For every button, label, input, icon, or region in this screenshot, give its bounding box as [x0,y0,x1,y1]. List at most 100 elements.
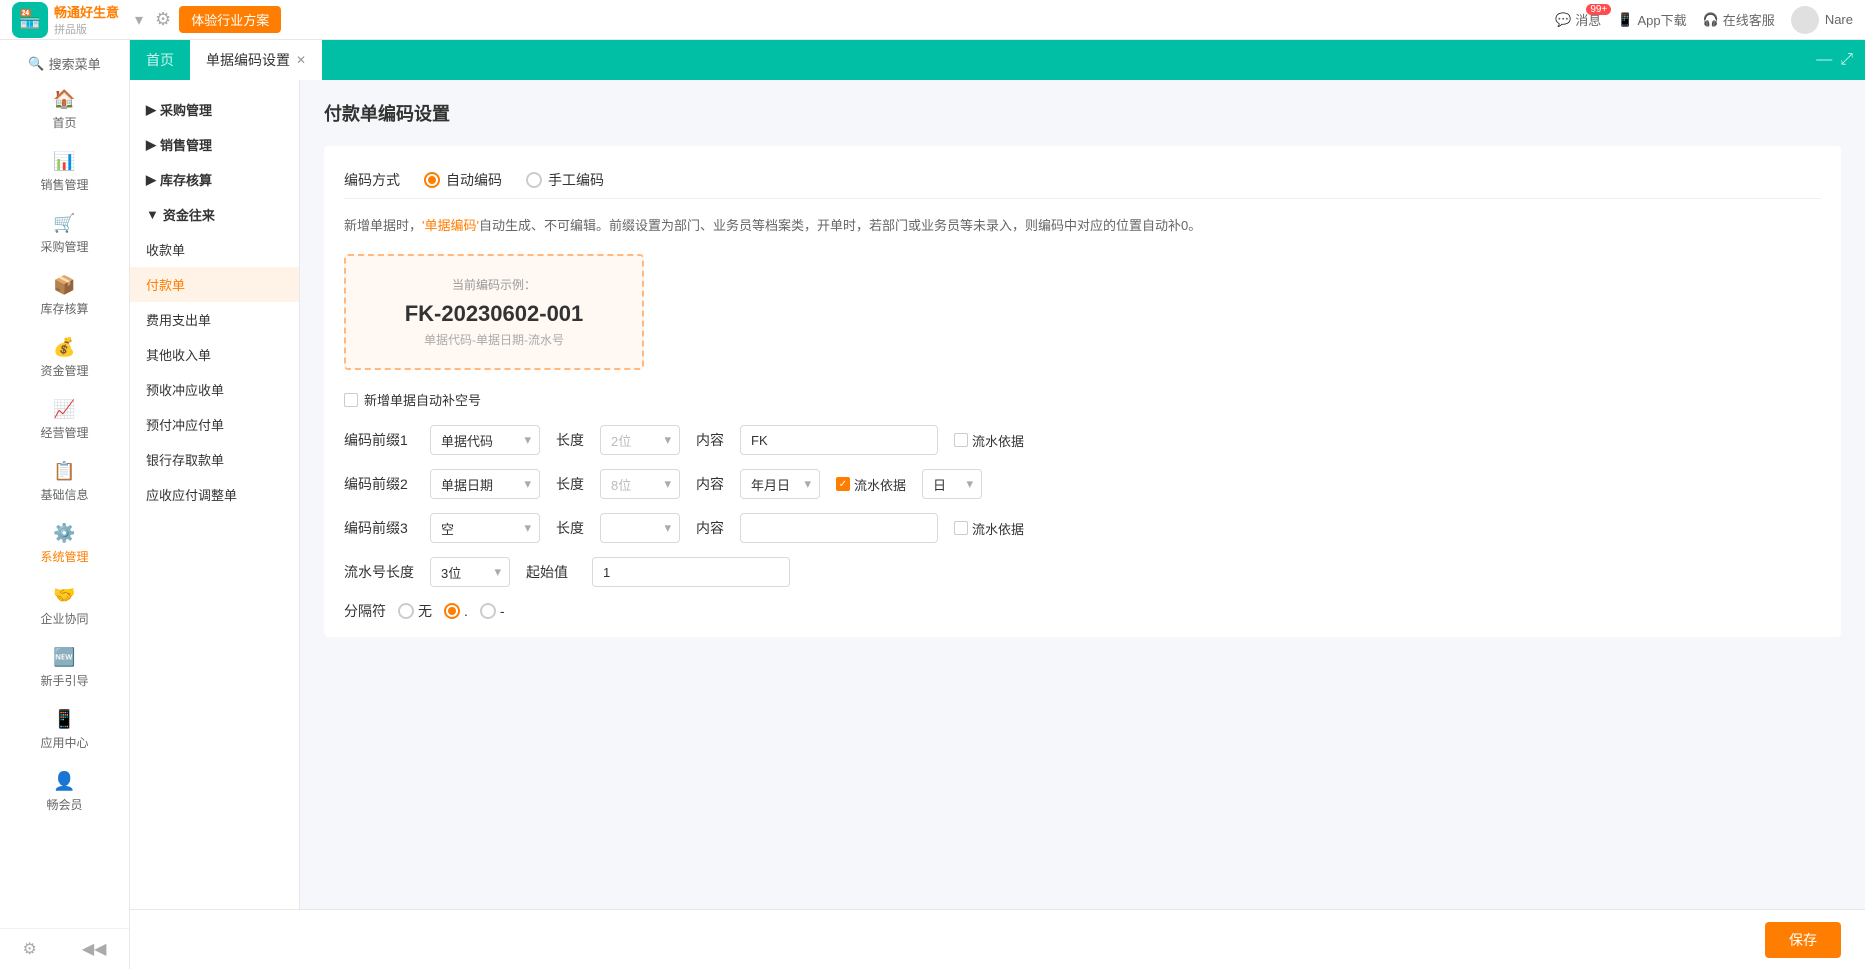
sidebar-item-sales[interactable]: 📊 销售管理 [0,141,129,203]
serial-length-select[interactable]: 3位 [430,557,510,587]
prefix3-content-input[interactable] [740,513,938,543]
sidebar-item-appcenter[interactable]: 📱 应用中心 [0,699,129,761]
sidebar-item-basic[interactable]: 📋 基础信息 [0,451,129,513]
auto-radio[interactable]: 自动编码 [424,170,502,190]
subnav-group-inventory[interactable]: ▶ 库存核算 [130,162,299,197]
sidebar-item-operations[interactable]: 📈 经营管理 [0,389,129,451]
subnav-item-bank[interactable]: 银行存取款单 [130,442,299,477]
sidebar-item-member[interactable]: 👤 畅会员 [0,761,129,823]
manual-radio[interactable]: 手工编码 [526,170,604,190]
code-preview: 当前编码示例： FK-20230602-001 单据代码-单据日期-流水号 [344,254,644,370]
save-button[interactable]: 保存 [1765,922,1841,958]
serial-row: 流水号长度 3位 起始值 [344,557,1821,587]
prefix2-period-select[interactable]: 日 [922,469,982,499]
code-preview-value: FK-20230602-001 [366,301,622,327]
subnav-group-sales[interactable]: ▶ 销售管理 [130,127,299,162]
sep-none[interactable]: 无 [398,601,432,621]
user-area[interactable]: Nare [1791,6,1853,34]
prefix3-stream-checkbox-box [954,521,968,535]
subnav-item-prepay-receive[interactable]: 预收冲应收单 [130,372,299,407]
manual-radio-dot [526,172,542,188]
auto-fill-checkbox[interactable] [344,393,358,407]
sidebar-item-purchase[interactable]: 🛒 采购管理 [0,203,129,265]
sales-icon: 📊 [53,151,75,172]
logo-icon: 🏪 [12,2,48,38]
separator-row: 分隔符 无 . - [344,601,1821,621]
prefix1-content-label: 内容 [696,430,724,450]
prefix-row-3: 编码前缀3 空 长度 内容 流水依据 [344,513,1821,543]
subnav-group-purchase[interactable]: ▶ 采购管理 [130,92,299,127]
message-area[interactable]: 💬 消息 99+ [1555,10,1601,29]
prefix1-content-input[interactable] [740,425,938,455]
footer-bar: 保存 [130,909,1865,969]
topbar: 🏪 畅通好生意 拼品版 ▾ ⚙ 体验行业方案 💬 消息 99+ 📱 App下载 … [0,0,1865,40]
app-download[interactable]: 📱 App下载 [1617,10,1686,29]
topbar-right: 💬 消息 99+ 📱 App下载 🎧 在线客服 Nare [1555,6,1853,34]
sep-none-dot [398,603,414,619]
subnav-item-payment[interactable]: 付款单 [130,267,299,302]
prefix2-select[interactable]: 单据日期 [430,469,540,499]
app-logo[interactable]: 🏪 畅通好生意 拼品版 [12,2,119,38]
subnav-item-other-income[interactable]: 其他收入单 [130,337,299,372]
sidebar-item-finance[interactable]: 💰 资金管理 [0,327,129,389]
sidebar-item-inventory[interactable]: 📦 库存核算 [0,265,129,327]
subnav-item-expense[interactable]: 费用支出单 [130,302,299,337]
online-service[interactable]: 🎧 在线客服 [1703,10,1775,29]
sep-dot[interactable]: . [444,603,468,619]
prefix1-select[interactable]: 单据代码 [430,425,540,455]
page-content: 付款单编码设置 编码方式 自动编码 手工编码 [300,80,1865,909]
info-text: 新增单据时，'单据编码'自动生成、不可编辑。前缀设置为部门、业务员等档案类，开单… [344,215,1821,234]
chevron-right-icon3: ▶ [146,172,156,188]
sidebar-item-enterprise[interactable]: 🤝 企业协同 [0,575,129,637]
prefix-row-1: 编码前缀1 单据代码 长度 2位 内容 流水依据 [344,425,1821,455]
sidebar-item-system[interactable]: ⚙️ 系统管理 [0,513,129,575]
operations-icon: 📈 [53,399,75,420]
sep-dash[interactable]: - [480,603,505,619]
subnav-item-ar-ap[interactable]: 应收应付调整单 [130,477,299,512]
prefix1-stream-check[interactable]: 流水依据 [954,431,1024,450]
subnav-item-receipt[interactable]: 收款单 [130,232,299,267]
prefix2-length-select[interactable]: 8位 [600,469,680,499]
enterprise-icon: 🤝 [53,585,75,606]
inner-layout: ▶ 采购管理 ▶ 销售管理 ▶ 库存核算 ▼ 资金往来 收款单 付款单 [130,80,1865,909]
sidebar-item-newguide[interactable]: 🆕 新手引导 [0,637,129,699]
service-icon: 🎧 [1703,12,1719,28]
prefix3-stream-check[interactable]: 流水依据 [954,519,1024,538]
finance-icon: 💰 [53,337,75,358]
search-icon: 🔍 [28,56,44,72]
subnav-group-capital[interactable]: ▼ 资金往来 [130,197,299,232]
prefix3-length-label: 长度 [556,518,584,538]
expand-icon[interactable]: ▾ [135,10,143,30]
auto-fill-row[interactable]: 新增单据自动补空号 [344,390,1821,409]
subnav-capital-items: 收款单 付款单 费用支出单 其他收入单 预收冲应收单 预付冲应付单 银行存取款单… [130,232,299,512]
prefix2-stream-check[interactable]: ✓ 流水依据 [836,475,906,494]
tabbar-minimize-icon[interactable]: — [1816,51,1832,69]
subnav: ▶ 采购管理 ▶ 销售管理 ▶ 库存核算 ▼ 资金往来 收款单 付款单 [130,80,300,909]
sep-dash-dot [480,603,496,619]
auto-radio-dot [424,172,440,188]
prefix2-content-select[interactable]: 年月日 [740,469,820,499]
sidebar-settings-icon[interactable]: ⚙ [23,939,37,959]
prefix3-length-select[interactable] [600,513,680,543]
sidebar-collapse-icon[interactable]: ◀◀ [82,939,107,959]
subnav-item-prepay-pay[interactable]: 预付冲应付单 [130,407,299,442]
prefix3-select[interactable]: 空 [430,513,540,543]
tabbar-maximize-icon[interactable]: ⤢ [1840,51,1853,69]
start-value-label: 起始值 [526,562,576,582]
tab-encoding[interactable]: 单据编码设置 ✕ [190,40,322,80]
start-value-input[interactable] [592,557,790,587]
newguide-icon: 🆕 [53,647,75,668]
settings-icon[interactable]: ⚙ [155,9,171,30]
tab-home[interactable]: 首页 [130,40,190,80]
sidebar-search[interactable]: 🔍 搜索菜单 [0,48,129,79]
avatar [1791,6,1819,34]
sidebar-item-home[interactable]: 🏠 首页 [0,79,129,141]
prefix1-length-select[interactable]: 2位 [600,425,680,455]
message-icon: 💬 [1555,12,1571,28]
industry-button[interactable]: 体验行业方案 [179,6,281,33]
tab-close-icon[interactable]: ✕ [296,53,306,67]
mode-label: 编码方式 [344,170,400,190]
prefix1-label: 编码前缀1 [344,430,414,450]
purchase-icon: 🛒 [53,213,75,234]
separator-options: 无 . - [398,601,505,621]
